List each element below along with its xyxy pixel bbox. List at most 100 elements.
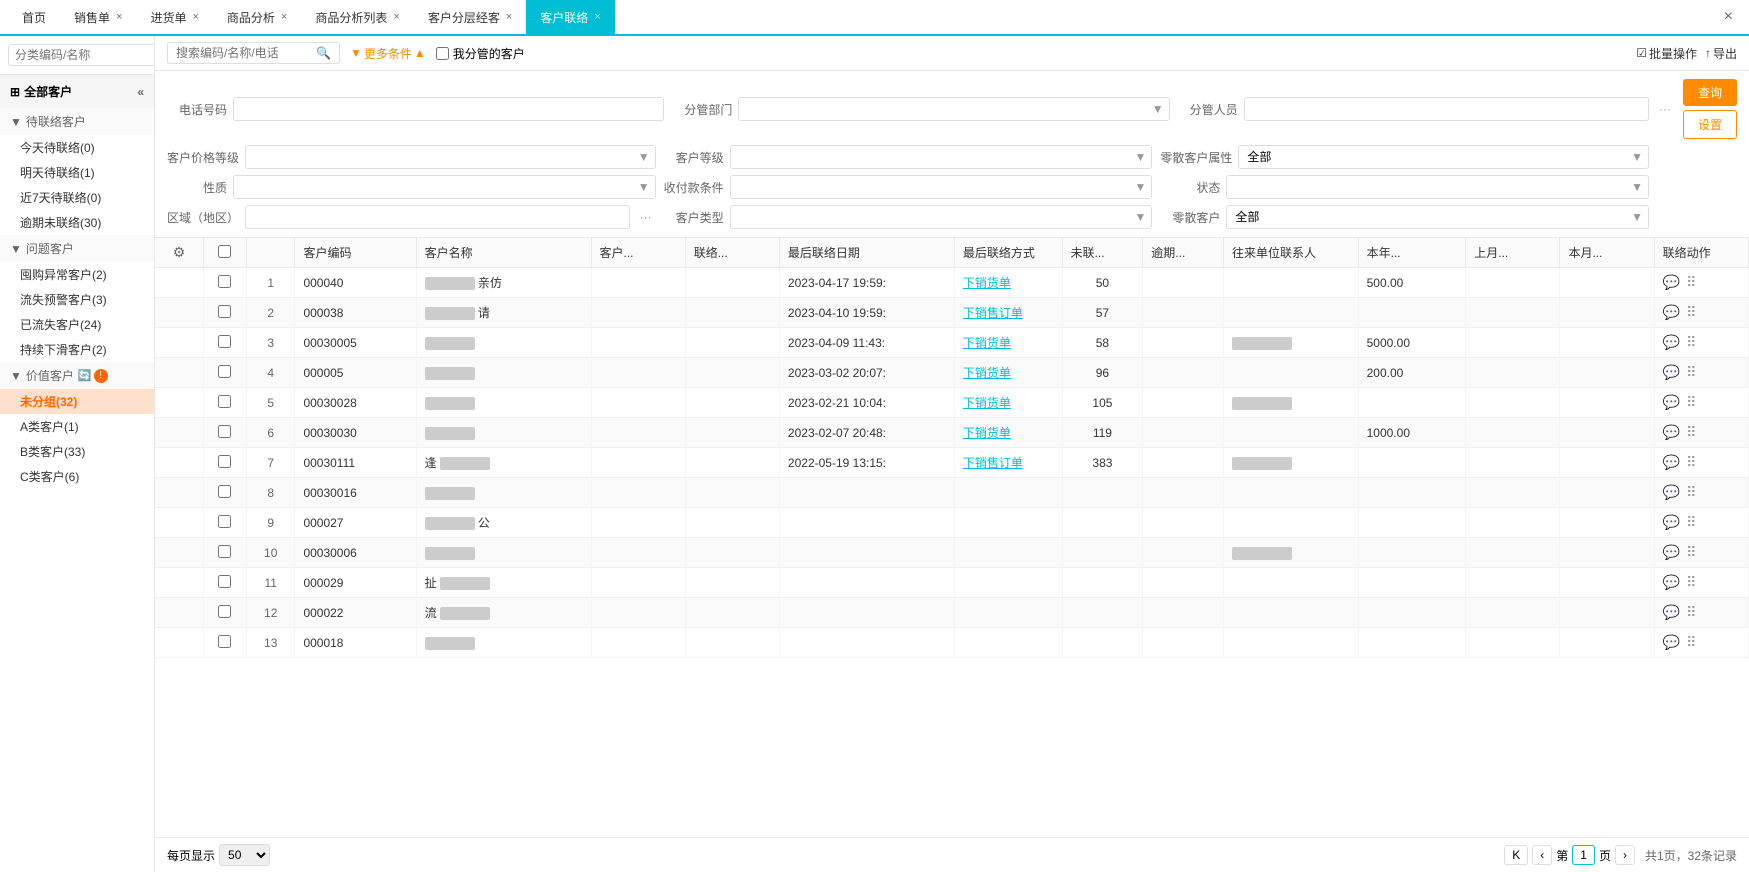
tab-customer-contact[interactable]: 客户联络 × — [526, 0, 614, 35]
action-more-icon[interactable]: ⠿ — [1686, 424, 1696, 441]
last-way-link[interactable]: 下销货单 — [963, 426, 1011, 440]
col-type-header[interactable]: 客户... — [591, 238, 685, 268]
action-chat-icon[interactable]: 💬 — [1663, 454, 1680, 471]
tab-purchase[interactable]: 进货单 × — [136, 0, 212, 35]
row-select-checkbox[interactable] — [218, 515, 231, 528]
last-way-link[interactable]: 下销货单 — [963, 396, 1011, 410]
action-more-icon[interactable]: ⠿ — [1686, 544, 1696, 561]
action-chat-icon[interactable]: 💬 — [1663, 544, 1680, 561]
current-page[interactable]: 1 — [1572, 845, 1595, 865]
action-chat-icon[interactable]: 💬 — [1663, 574, 1680, 591]
tab-product-analysis-list-close[interactable]: × — [393, 11, 399, 23]
tab-customer-segment[interactable]: 客户分层经客 × — [414, 0, 526, 35]
row-select-checkbox[interactable] — [218, 545, 231, 558]
action-chat-icon[interactable]: 💬 — [1663, 514, 1680, 531]
my-customers-checkbox[interactable] — [436, 47, 449, 60]
action-more-icon[interactable]: ⠿ — [1686, 514, 1696, 531]
filter-staff-input[interactable] — [1244, 97, 1649, 121]
filter-dept-select[interactable] — [738, 97, 1169, 121]
action-chat-icon[interactable]: 💬 — [1663, 364, 1680, 381]
filter-phone-input[interactable] — [233, 97, 664, 121]
sidebar-item-class-b[interactable]: B类客户(33) — [0, 439, 154, 464]
col-not-contact-header[interactable]: 未联... — [1062, 238, 1143, 268]
action-chat-icon[interactable]: 💬 — [1663, 424, 1680, 441]
filter-retail-customer-select[interactable]: 全部 — [1226, 205, 1649, 229]
query-button[interactable]: 查询 — [1683, 79, 1737, 106]
row-select-checkbox[interactable] — [218, 275, 231, 288]
col-contact-header[interactable]: 联络... — [685, 238, 779, 268]
row-select-checkbox[interactable] — [218, 365, 231, 378]
sidebar-search-input[interactable] — [8, 44, 155, 66]
sidebar-section-problem[interactable]: ▼ 问题客户 — [0, 235, 154, 262]
row-select-checkbox[interactable] — [218, 485, 231, 498]
last-way-link[interactable]: 下销货单 — [963, 366, 1011, 380]
staff-more-icon[interactable]: ··· — [1655, 102, 1675, 116]
export-button[interactable]: ↑ 导出 — [1705, 45, 1737, 62]
col-this-year-header[interactable]: 本年... — [1358, 238, 1466, 268]
region-more-icon[interactable]: ··· — [636, 210, 656, 224]
sidebar-item-tomorrow-pending[interactable]: 明天待联络(1) — [0, 160, 154, 185]
last-way-link[interactable]: 下销售订单 — [963, 456, 1023, 470]
col-this-month-header[interactable]: 本月... — [1560, 238, 1654, 268]
sidebar-item-churned[interactable]: 已流失客户(24) — [0, 312, 154, 337]
tab-purchase-close[interactable]: × — [192, 11, 198, 23]
batch-operations-button[interactable]: ☑ 批量操作 — [1636, 45, 1697, 62]
last-way-link[interactable]: 下销售订单 — [963, 306, 1023, 320]
col-name-header[interactable]: 客户名称 — [416, 238, 591, 268]
action-more-icon[interactable]: ⠿ — [1686, 334, 1696, 351]
filter-customer-level-select[interactable] — [730, 145, 1153, 169]
col-overdue-header[interactable]: 逾期... — [1143, 238, 1224, 268]
action-chat-icon[interactable]: 💬 — [1663, 604, 1680, 621]
row-select-checkbox[interactable] — [218, 635, 231, 648]
sidebar-item-declining[interactable]: 持续下滑客户(2) — [0, 337, 154, 362]
last-way-link[interactable]: 下销货单 — [963, 336, 1011, 350]
action-chat-icon[interactable]: 💬 — [1663, 274, 1680, 291]
filter-price-level-select[interactable] — [245, 145, 656, 169]
last-way-link[interactable]: 下销货单 — [963, 276, 1011, 290]
action-more-icon[interactable]: ⠿ — [1686, 574, 1696, 591]
filter-retail-attr-select[interactable]: 全部 — [1238, 145, 1649, 169]
reset-button[interactable]: 设置 — [1683, 110, 1737, 139]
action-chat-icon[interactable]: 💬 — [1663, 304, 1680, 321]
row-select-checkbox[interactable] — [218, 575, 231, 588]
sidebar-item-today-pending[interactable]: 今天待联络(0) — [0, 135, 154, 160]
sidebar-item-overdue-contact[interactable]: 逾期未联络(30) — [0, 210, 154, 235]
action-more-icon[interactable]: ⠿ — [1686, 304, 1696, 321]
col-last-month-header[interactable]: 上月... — [1466, 238, 1560, 268]
row-select-checkbox[interactable] — [218, 425, 231, 438]
row-select-checkbox[interactable] — [218, 395, 231, 408]
action-more-icon[interactable]: ⠿ — [1686, 484, 1696, 501]
table-settings-button[interactable]: ⚙ — [173, 244, 186, 261]
tab-home[interactable]: 首页 — [8, 0, 60, 35]
sidebar-all-customers[interactable]: ⊞ 全部客户 « — [0, 75, 154, 108]
tab-customer-segment-close[interactable]: × — [506, 11, 512, 23]
action-chat-icon[interactable]: 💬 — [1663, 394, 1680, 411]
filter-status-select[interactable] — [1226, 175, 1649, 199]
next-page-button[interactable]: › — [1615, 845, 1635, 865]
row-select-checkbox[interactable] — [218, 335, 231, 348]
tab-product-analysis-close[interactable]: × — [281, 11, 287, 23]
row-select-checkbox[interactable] — [218, 305, 231, 318]
sidebar-item-abnormal-hoard[interactable]: 囤购异常客户(2) — [0, 262, 154, 287]
tab-product-analysis-list[interactable]: 商品分析列表 × — [301, 0, 413, 35]
action-more-icon[interactable]: ⠿ — [1686, 604, 1696, 621]
row-select-checkbox[interactable] — [218, 455, 231, 468]
action-more-icon[interactable]: ⠿ — [1686, 364, 1696, 381]
per-page-select[interactable]: 50 100 — [219, 844, 270, 866]
select-all-checkbox[interactable] — [218, 245, 231, 258]
action-chat-icon[interactable]: 💬 — [1663, 634, 1680, 651]
first-page-button[interactable]: K — [1504, 845, 1528, 865]
sidebar-section-value[interactable]: ▼ 价值客户 🔄 ! — [0, 362, 154, 389]
sidebar-collapse-icon[interactable]: « — [137, 85, 144, 99]
tab-sales-close[interactable]: × — [116, 11, 122, 23]
filter-search-icon[interactable]: 🔍 — [316, 46, 331, 60]
row-select-checkbox[interactable] — [218, 605, 231, 618]
filter-more-conditions[interactable]: ▼ 更多条件 ▲ — [350, 45, 426, 62]
action-chat-icon[interactable]: 💬 — [1663, 334, 1680, 351]
filter-nature-select[interactable] — [233, 175, 656, 199]
filter-my-customers[interactable]: 我分管的客户 — [436, 45, 525, 62]
sidebar-item-ungrouped[interactable]: 未分组(32) — [0, 389, 154, 414]
sidebar-section-pending[interactable]: ▼ 待联络客户 — [0, 108, 154, 135]
filter-region-input[interactable] — [245, 205, 630, 229]
window-close-button[interactable]: × — [1716, 8, 1741, 26]
